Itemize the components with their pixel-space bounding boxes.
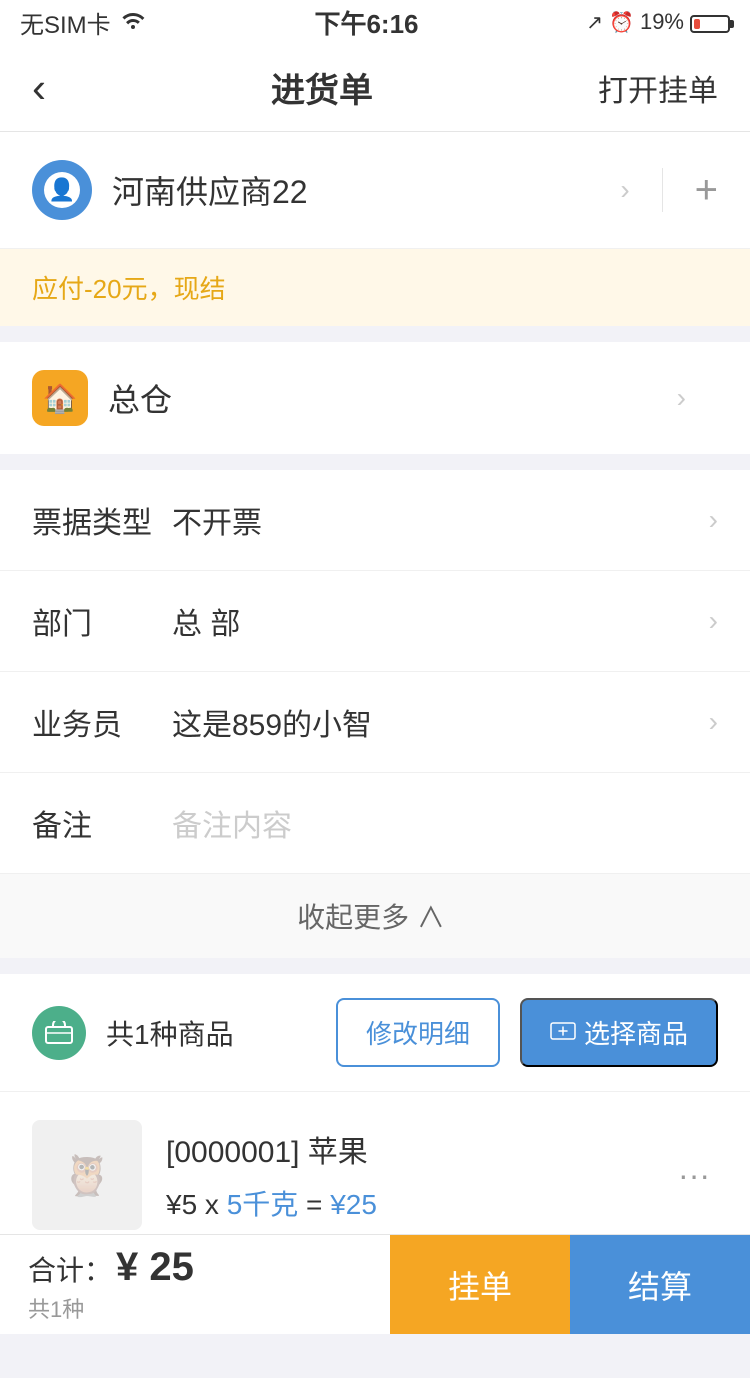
battery-icon bbox=[690, 9, 730, 35]
product-title: 苹果 bbox=[308, 1136, 368, 1169]
collapse-label: 收起更多 ∧ bbox=[297, 896, 445, 936]
nav-bar: ‹ 进货单 打开挂单 bbox=[0, 44, 750, 132]
dept-chevron-icon: › bbox=[709, 605, 718, 637]
status-time: 下午6:16 bbox=[314, 4, 418, 41]
dept-row[interactable]: 部门 总 部 › bbox=[0, 571, 750, 672]
supplier-avatar: 👤 bbox=[32, 160, 92, 220]
warehouse-icon: 🏠 bbox=[32, 370, 88, 426]
open-pending-button[interactable]: 打开挂单 bbox=[598, 66, 718, 110]
equals: = bbox=[298, 1189, 330, 1220]
back-button[interactable]: ‹ bbox=[32, 64, 46, 112]
supplier-card: 👤 河南供应商22 › + 应付-20元，现结 bbox=[0, 132, 750, 326]
warehouse-chevron-icon: › bbox=[677, 382, 686, 414]
add-button[interactable]: + bbox=[695, 168, 718, 213]
dept-label: 部门 bbox=[32, 599, 172, 643]
total-value: ¥25 bbox=[330, 1189, 377, 1220]
bottom-bar: 合计： ¥ 25 共1种 挂单 结算 bbox=[0, 1234, 750, 1334]
remark-input[interactable]: 备注内容 bbox=[172, 801, 718, 845]
notice-bar: 应付-20元，现结 bbox=[0, 249, 750, 326]
divider bbox=[662, 168, 663, 212]
status-left: 无SIM卡 bbox=[20, 5, 147, 40]
select-product-button[interactable]: 选择商品 bbox=[520, 998, 718, 1067]
supplier-name: 河南供应商22 bbox=[112, 167, 620, 213]
alarm-icon: ⏰ bbox=[609, 10, 634, 35]
qty-value: 5千克 bbox=[227, 1189, 299, 1220]
status-right: ↗ ⏰ 19% bbox=[586, 9, 730, 35]
wifi-icon bbox=[119, 8, 147, 36]
price-value: ¥5 x bbox=[166, 1189, 227, 1220]
total-count: 共1种 bbox=[28, 1292, 362, 1324]
staff-label: 业务员 bbox=[32, 700, 172, 744]
dept-value: 总 部 bbox=[172, 599, 709, 643]
person-icon: 👤 bbox=[48, 177, 75, 203]
total-amount: ¥ 25 bbox=[116, 1245, 194, 1290]
form-section: 票据类型 不开票 › 部门 总 部 › 业务员 这是859的小智 › 备注 备注… bbox=[0, 470, 750, 873]
invoice-value: 不开票 bbox=[172, 498, 709, 542]
content: 👤 河南供应商22 › + 应付-20元，现结 🏠 总仓 › 票据类型 不开票 … bbox=[0, 132, 750, 1378]
warehouse-card[interactable]: 🏠 总仓 › bbox=[0, 342, 750, 454]
checkout-button[interactable]: 结算 bbox=[570, 1235, 750, 1334]
product-code: [0000001] bbox=[166, 1136, 308, 1169]
invoice-label: 票据类型 bbox=[32, 498, 172, 542]
total-area: 合计： ¥ 25 共1种 bbox=[0, 1235, 390, 1334]
house-icon: 🏠 bbox=[43, 382, 78, 415]
supplier-chevron-icon: › bbox=[620, 174, 629, 206]
warehouse-row[interactable]: 🏠 总仓 › bbox=[0, 342, 750, 454]
invoice-chevron-icon: › bbox=[709, 504, 718, 536]
remark-label: 备注 bbox=[32, 801, 172, 845]
warehouse-name: 总仓 bbox=[108, 375, 677, 421]
staff-chevron-icon: › bbox=[709, 706, 718, 738]
product-price: ¥5 x 5千克 = ¥25 bbox=[166, 1183, 646, 1223]
status-bar: 无SIM卡 下午6:16 ↗ ⏰ 19% bbox=[0, 0, 750, 44]
remark-row[interactable]: 备注 备注内容 bbox=[0, 773, 750, 873]
products-section: 共1种商品 修改明细 选择商品 🦉 [0000001] 苹果 ¥5 x 5千克 bbox=[0, 974, 750, 1258]
collapse-bar[interactable]: 收起更多 ∧ bbox=[0, 873, 750, 958]
carrier-label: 无SIM卡 bbox=[20, 5, 111, 40]
location-icon: ↗ bbox=[586, 10, 603, 35]
staff-value: 这是859的小智 bbox=[172, 700, 709, 744]
page-title: 进货单 bbox=[271, 63, 373, 112]
battery-percent: 19% bbox=[640, 9, 684, 35]
product-thumbnail: 🦉 bbox=[32, 1120, 142, 1230]
product-name: [0000001] 苹果 bbox=[166, 1127, 646, 1171]
product-info: [0000001] 苹果 ¥5 x 5千克 = ¥25 bbox=[166, 1127, 646, 1223]
edit-detail-button[interactable]: 修改明细 bbox=[336, 998, 500, 1067]
supplier-row[interactable]: 👤 河南供应商22 › + bbox=[0, 132, 750, 249]
products-icon bbox=[32, 1006, 86, 1060]
owl-icon: 🦉 bbox=[62, 1152, 112, 1199]
notice-text: 应付-20元，现结 bbox=[32, 274, 226, 304]
hold-button[interactable]: 挂单 bbox=[390, 1235, 570, 1334]
select-product-label: 选择商品 bbox=[584, 1014, 688, 1051]
staff-row[interactable]: 业务员 这是859的小智 › bbox=[0, 672, 750, 773]
total-label: 合计： bbox=[28, 1249, 112, 1289]
products-header: 共1种商品 修改明细 选择商品 bbox=[0, 974, 750, 1092]
more-options-button[interactable]: ··· bbox=[670, 1149, 718, 1202]
products-count: 共1种商品 bbox=[106, 1013, 316, 1053]
invoice-row[interactable]: 票据类型 不开票 › bbox=[0, 470, 750, 571]
